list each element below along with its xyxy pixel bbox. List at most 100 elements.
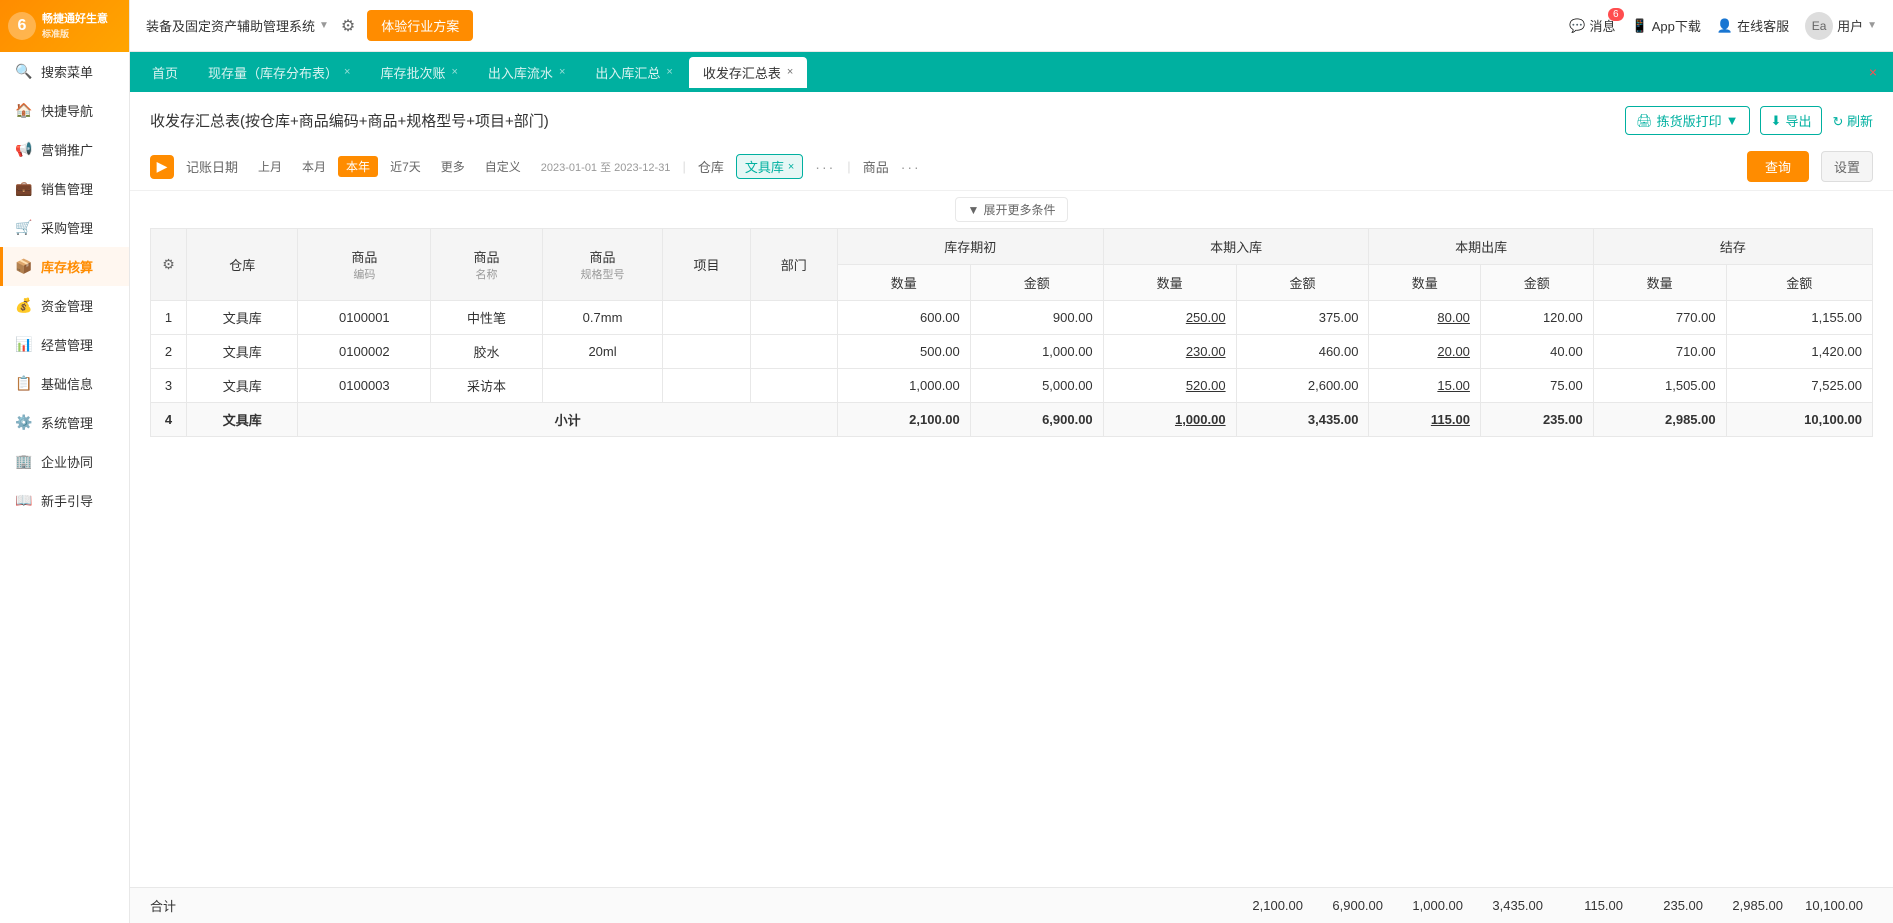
cell-warehouse: 文具库 (187, 301, 298, 335)
filter-expand-button[interactable]: ▶ (150, 155, 174, 179)
col-dept: 部门 (750, 229, 837, 301)
sidebar-item-inventory[interactable]: 📦 库存核算 (0, 247, 129, 286)
cell-out-qty[interactable]: 15.00 (1369, 369, 1480, 403)
cell-out-amt: 40.00 (1480, 335, 1593, 369)
cell-out-qty[interactable]: 115.00 (1369, 403, 1480, 437)
col-closing: 结存 (1593, 229, 1872, 265)
cell-code: 0100001 (298, 301, 431, 335)
sidebar-item-label: 企业协同 (41, 452, 93, 471)
cell-in-qty[interactable]: 230.00 (1103, 335, 1236, 369)
col-close-amt: 金额 (1726, 265, 1872, 301)
sidebar-item-basic-info[interactable]: 📋 基础信息 (0, 364, 129, 403)
total-close-amt: 10,100.00 (1793, 898, 1873, 913)
preset-this-year[interactable]: 本年 (338, 156, 378, 177)
close-all-tabs-button[interactable]: × (1861, 60, 1885, 84)
preset-custom[interactable]: 自定义 (477, 156, 529, 177)
expand-more-button[interactable]: ▼ 展开更多条件 (955, 197, 1069, 222)
total-open-qty: 2,100.00 (1233, 898, 1313, 913)
inventory-icon: 📦 (15, 258, 33, 275)
cell-in-qty[interactable]: 250.00 (1103, 301, 1236, 335)
sidebar-item-label: 库存核算 (41, 257, 93, 276)
sidebar-item-label: 搜索菜单 (41, 62, 93, 81)
footer-total: 合计 2,100.00 6,900.00 1,000.00 3,435.00 1… (130, 887, 1893, 923)
system-selector[interactable]: 装备及固定资产辅助管理系统 ▼ (146, 16, 329, 35)
col-out-amt: 金额 (1480, 265, 1593, 301)
chevron-down-icon: ▼ (319, 20, 329, 31)
settings-icon[interactable]: ⚙ (341, 16, 355, 36)
query-button[interactable]: 查询 (1747, 151, 1809, 182)
sidebar-item-marketing[interactable]: 📢 营销推广 (0, 130, 129, 169)
close-icon[interactable]: × (666, 66, 672, 78)
col-spec: 商品规格型号 (542, 229, 663, 301)
cell-open-qty: 500.00 (837, 335, 970, 369)
preset-7days[interactable]: 近7天 (382, 156, 429, 177)
sidebar-item-system[interactable]: ⚙️ 系统管理 (0, 403, 129, 442)
warehouse-tag-remove[interactable]: × (788, 161, 794, 173)
col-close-qty: 数量 (1593, 265, 1726, 301)
cell-subtotal-label: 小计 (298, 403, 837, 437)
warehouse-filter-tag[interactable]: 文具库 × (736, 154, 803, 179)
cell-open-amt: 5,000.00 (970, 369, 1103, 403)
date-presets: 上月 本月 本年 近7天 更多 自定义 (250, 156, 529, 177)
cell-out-qty[interactable]: 80.00 (1369, 301, 1480, 335)
cell-close-qty: 2,985.00 (1593, 403, 1726, 437)
total-out-amt: 235.00 (1633, 898, 1713, 913)
cell-close-amt: 1,155.00 (1726, 301, 1872, 335)
sidebar-item-search[interactable]: 🔍 搜索菜单 (0, 52, 129, 91)
preset-last-month[interactable]: 上月 (250, 156, 290, 177)
cell-spec: 0.7mm (542, 301, 663, 335)
experience-button[interactable]: 体验行业方案 (367, 10, 473, 41)
cell-in-qty[interactable]: 520.00 (1103, 369, 1236, 403)
user-menu[interactable]: Ea 用户 ▼ (1805, 12, 1877, 40)
tab-in-out-flow[interactable]: 出入库流水 × (474, 57, 579, 88)
preset-more[interactable]: 更多 (433, 156, 473, 177)
table-row: 3 文具库 0100003 采访本 1,000.00 5,000.00 520.… (151, 369, 1873, 403)
online-service-button[interactable]: 👤 在线客服 (1717, 16, 1789, 35)
cell-out-qty[interactable]: 20.00 (1369, 335, 1480, 369)
settings-small-button[interactable]: 设置 (1821, 151, 1873, 182)
tab-recv-send-summary[interactable]: 收发存汇总表 × (689, 57, 807, 88)
close-icon[interactable]: × (559, 66, 565, 78)
header-right: 💬 消息 6 📱 App下载 👤 在线客服 Ea 用户 ▼ (1569, 12, 1877, 40)
tab-label: 收发存汇总表 (703, 63, 781, 82)
sidebar-item-sales[interactable]: 💼 销售管理 (0, 169, 129, 208)
sidebar-item-guide[interactable]: 📖 新手引导 (0, 481, 129, 520)
print-icon: 🖨 (1636, 113, 1653, 129)
cell-code: 0100003 (298, 369, 431, 403)
tab-batch-ledger[interactable]: 库存批次账 × (366, 57, 471, 88)
sidebar-item-quick-nav[interactable]: 🏠 快捷导航 (0, 91, 129, 130)
preset-this-month[interactable]: 本月 (294, 156, 334, 177)
refresh-button[interactable]: ↻ 刷新 (1832, 111, 1873, 130)
cell-open-qty: 600.00 (837, 301, 970, 335)
logo-subtitle: 标准版 (42, 27, 108, 40)
sidebar-item-enterprise[interactable]: 🏢 企业协同 (0, 442, 129, 481)
export-button[interactable]: ⬇ 导出 (1760, 106, 1823, 135)
tab-inventory-dist[interactable]: 现存量（库存分布表） × (194, 57, 364, 88)
avatar: Ea (1805, 12, 1833, 40)
message-button[interactable]: 💬 消息 6 (1569, 16, 1615, 35)
total-open-amt: 6,900.00 (1313, 898, 1393, 913)
print-button[interactable]: 🖨 拣货版打印 ▼ (1625, 106, 1749, 135)
more-options-button[interactable]: ··· (815, 159, 835, 175)
goods-more-button[interactable]: ··· (901, 159, 921, 175)
col-out-qty: 数量 (1369, 265, 1480, 301)
table-header-row-1: ⚙ 仓库 商品编码 商品名称 商品规格型号 项目 部门 库存期初 本期入库 本期… (151, 229, 1873, 265)
sidebar-item-operations[interactable]: 📊 经营管理 (0, 325, 129, 364)
subtotal-row: 4 文具库 小计 2,100.00 6,900.00 1,000.00 3,43… (151, 403, 1873, 437)
cell-seq: 3 (151, 369, 187, 403)
tab-home[interactable]: 首页 (138, 57, 192, 88)
cell-in-amt: 375.00 (1236, 301, 1369, 335)
tab-label: 首页 (152, 63, 178, 82)
tab-in-out-summary[interactable]: 出入库汇总 × (581, 57, 686, 88)
close-icon[interactable]: × (787, 66, 793, 78)
column-settings-icon[interactable]: ⚙ (162, 256, 175, 272)
cell-in-qty[interactable]: 1,000.00 (1103, 403, 1236, 437)
table-row: 1 文具库 0100001 中性笔 0.7mm 600.00 900.00 25… (151, 301, 1873, 335)
close-icon[interactable]: × (344, 66, 350, 78)
close-icon[interactable]: × (451, 66, 457, 78)
app-download-button[interactable]: 📱 App下载 (1632, 16, 1701, 35)
sidebar-item-finance[interactable]: 💰 资金管理 (0, 286, 129, 325)
expand-more-bar: ▼ 展开更多条件 (130, 191, 1893, 228)
service-icon: 👤 (1717, 18, 1733, 34)
sidebar-item-purchase[interactable]: 🛒 采购管理 (0, 208, 129, 247)
